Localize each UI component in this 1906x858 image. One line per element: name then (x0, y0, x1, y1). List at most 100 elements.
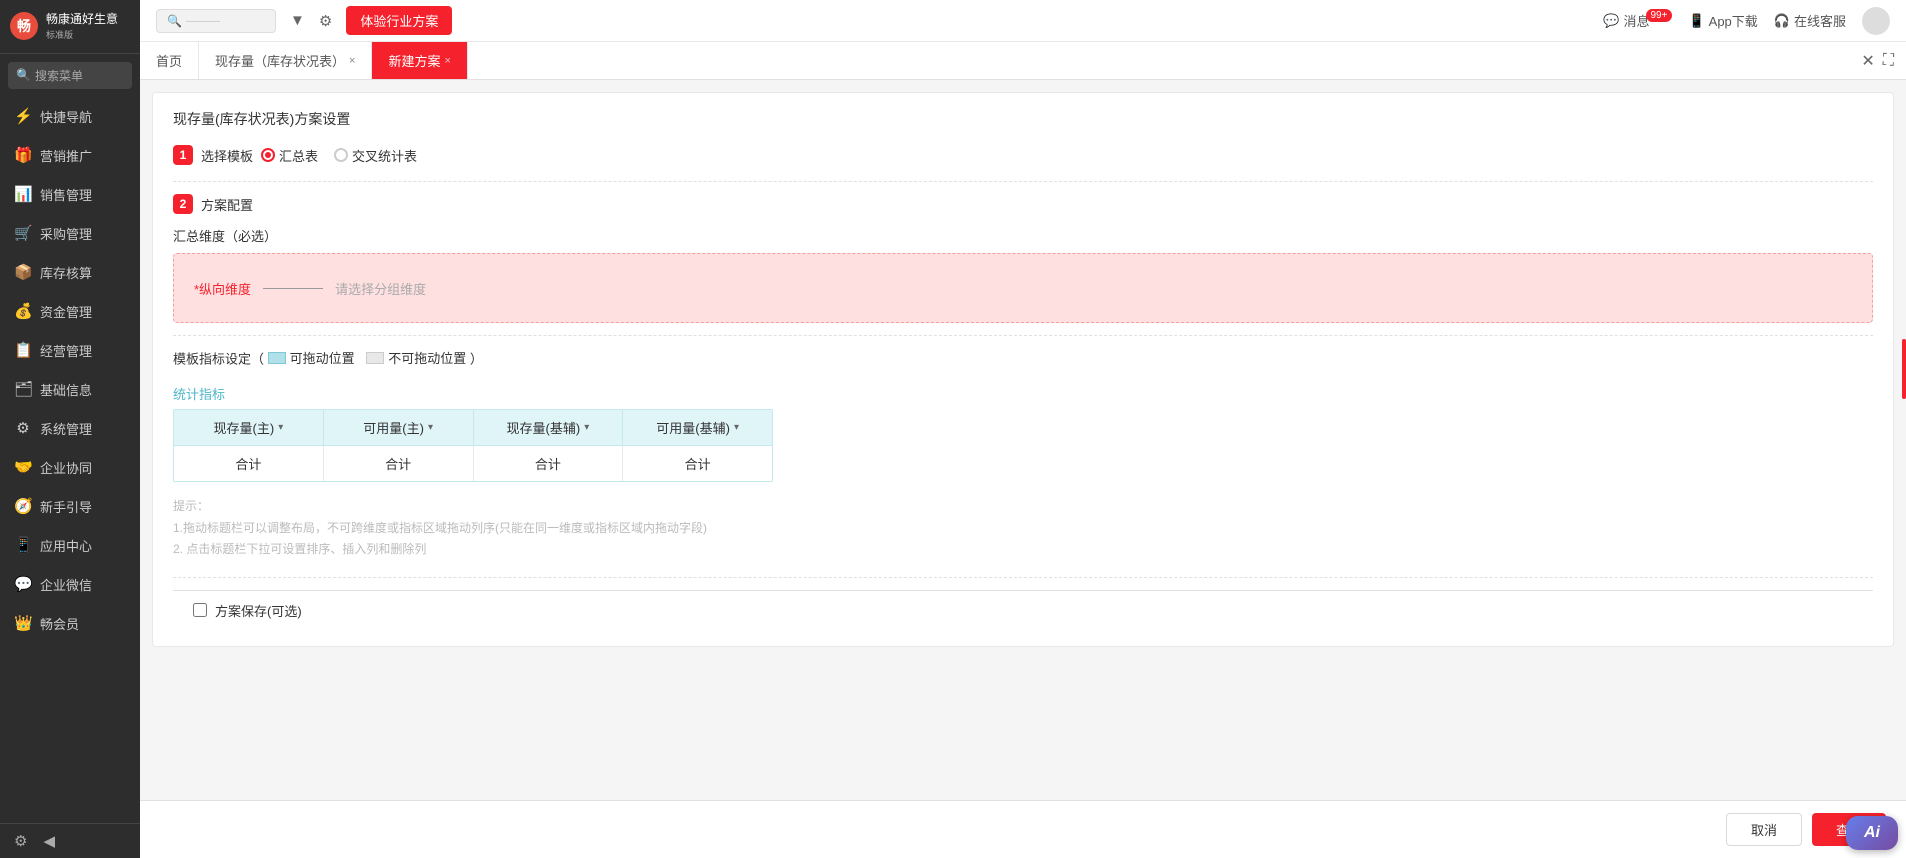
topbar-search[interactable]: 🔍 ──── (156, 9, 276, 33)
tips-section: 提示： 1.拖动标题栏可以调整布局，不可跨维度或指标区域拖动列序(只能在同一维度… (173, 497, 1873, 561)
indicator-cell-3: 合计 (474, 446, 624, 481)
indicator-settings-text: 模板指标设定（ 可拖动位置 不可拖动位置 ） (173, 348, 483, 368)
indicator-col-2[interactable]: 可用量(主) ▾ (324, 410, 474, 445)
topbar-search-icon: 🔍 (167, 14, 182, 28)
indicator-cell-2: 合计 (324, 446, 474, 481)
sidebar-item-purchase[interactable]: 🛒 采购管理 (0, 214, 140, 253)
tab-inventory-label: 现存量（库存状况表） (215, 51, 345, 70)
tips-text-1: 1.拖动标题栏可以调整布局，不可跨维度或指标区域拖动列序(只能在同一维度或指标区… (173, 518, 1873, 540)
sidebar-item-basic[interactable]: 🗂 基础信息 (0, 370, 140, 409)
member-icon: 👑 (14, 614, 32, 632)
corp-icon: 🤝 (14, 458, 32, 476)
step1-title: 选择模板 (201, 146, 253, 165)
ai-float-button[interactable]: Ai (1846, 816, 1898, 850)
indicator-col-3[interactable]: 现存量(基辅) ▾ (474, 410, 624, 445)
system-icon: ⚙ (14, 419, 32, 437)
vertical-dim-placeholder[interactable]: 请选择分组维度 (335, 279, 426, 298)
sidebar-item-sales[interactable]: 📊 销售管理 (0, 175, 140, 214)
stat-label: 统计指标 (173, 384, 1873, 403)
dimension-required-box: *纵向维度 请选择分组维度 (173, 253, 1873, 323)
inventory-icon: 📦 (14, 263, 32, 281)
sidebar-item-wechat[interactable]: 💬 企业微信 (0, 565, 140, 604)
sidebar-item-member[interactable]: 👑 畅会员 (0, 604, 140, 643)
radio-cross-dot (334, 148, 348, 162)
indicator-col-3-label: 现存量(基辅) (507, 418, 581, 437)
indicator-col-3-chevron: ▾ (584, 422, 589, 433)
sidebar-item-inventory[interactable]: 📦 库存核算 (0, 253, 140, 292)
step2-section: 2 方案配置 汇总维度（必选） *纵向维度 请选择分组维度 (173, 194, 1873, 561)
tab-home-label: 首页 (156, 51, 182, 70)
tab-inventory-close[interactable]: × (349, 55, 355, 67)
indicator-col-1-label: 现存量(主) (214, 418, 275, 437)
save-checkbox[interactable] (193, 603, 207, 617)
cancel-button[interactable]: 取消 (1726, 813, 1802, 846)
tips-label: 提示： (173, 497, 1873, 514)
undraggable-label-text: 不可拖动位置 (388, 348, 466, 367)
step2-title: 方案配置 (201, 195, 253, 214)
sales-icon: 📊 (14, 185, 32, 203)
quick-nav-icon: ⚡ (14, 107, 32, 125)
tips-text-2: 2. 点击标题栏下拉可设置排序、插入列和删除列 (173, 539, 1873, 561)
indicator-col-1-chevron: ▾ (278, 422, 283, 433)
app-name: 畅康通好生意 (46, 12, 118, 28)
topbar-right: 💬 消息 99+ 📱 App下载 🎧 在线客服 (1603, 7, 1890, 35)
collapse-icon[interactable]: ◀ (43, 832, 55, 850)
topbar: 🔍 ──── ▼ ⚙ 体验行业方案 💬 消息 99+ 📱 App下载 🎧 在线客… (140, 0, 1906, 42)
sidebar-item-label: 企业微信 (40, 575, 92, 594)
user-avatar[interactable] (1862, 7, 1890, 35)
draggable-label-text: 可拖动位置 (290, 348, 355, 367)
topbar-gear-icon[interactable]: ▼ (290, 12, 305, 29)
page-panel: 现存量(库存状况表)方案设置 1 选择模板 汇总表 (152, 92, 1894, 647)
footer-divider (173, 577, 1873, 578)
operation-icon: 📋 (14, 341, 32, 359)
tab-expand-icon[interactable]: ⛶ (1883, 52, 1894, 70)
sidebar-item-marketing[interactable]: 🎁 营销推广 (0, 136, 140, 175)
page-title: 现存量(库存状况表)方案设置 (173, 109, 1873, 129)
sidebar-item-finance[interactable]: 💰 资金管理 (0, 292, 140, 331)
main-area: 🔍 ──── ▼ ⚙ 体验行业方案 💬 消息 99+ 📱 App下载 🎧 在线客… (140, 0, 1906, 858)
topbar-app-download[interactable]: 📱 App下载 (1688, 11, 1757, 30)
radio-cross[interactable]: 交叉统计表 (334, 146, 417, 165)
indicator-divider (173, 335, 1873, 336)
apps-icon: 📱 (14, 536, 32, 554)
tab-new-plan-close[interactable]: × (444, 55, 450, 67)
app-download-label: App下载 (1709, 11, 1758, 30)
dim-separator-line (263, 288, 323, 289)
sidebar-search-label: 搜索菜单 (35, 67, 83, 84)
sidebar-item-apps[interactable]: 📱 应用中心 (0, 526, 140, 565)
indicator-col-2-chevron: ▾ (428, 422, 433, 433)
sidebar-item-guide[interactable]: 🧭 新手引导 (0, 487, 140, 526)
topbar-online-service[interactable]: 🎧 在线客服 (1774, 11, 1846, 30)
industry-plan-button[interactable]: 体验行业方案 (346, 6, 452, 35)
footer-save: 方案保存(可选) (173, 590, 1873, 630)
sidebar-item-label: 资金管理 (40, 302, 92, 321)
settings-icon[interactable]: ⚙ (14, 832, 27, 850)
radio-summary-label: 汇总表 (279, 146, 318, 165)
tab-home[interactable]: 首页 (140, 42, 199, 79)
tab-new-plan[interactable]: 新建方案 × (372, 42, 467, 79)
indicator-col-1[interactable]: 现存量(主) ▾ (174, 410, 324, 445)
tabs-actions: ✕ ⛶ (1861, 51, 1906, 71)
sidebar-item-label: 采购管理 (40, 224, 92, 243)
marketing-icon: 🎁 (14, 146, 32, 164)
sidebar: 畅 畅康通好生意 标准版 🔍 搜索菜单 ⚡ 快捷导航 🎁 营销推广 📊 销售管理… (0, 0, 140, 858)
vertical-dim-label: *纵向维度 (194, 279, 251, 298)
sidebar-search[interactable]: 🔍 搜索菜单 (8, 62, 132, 89)
sidebar-item-operation[interactable]: 📋 经营管理 (0, 331, 140, 370)
tabs-bar: 首页 现存量（库存状况表） × 新建方案 × ✕ ⛶ (140, 42, 1906, 80)
radio-summary[interactable]: 汇总表 (261, 146, 318, 165)
topbar-message[interactable]: 💬 消息 99+ (1603, 11, 1672, 30)
sidebar-item-quick-nav[interactable]: ⚡ 快捷导航 (0, 97, 140, 136)
online-service-label: 在线客服 (1794, 11, 1846, 30)
tab-new-plan-label: 新建方案 (388, 51, 440, 70)
sidebar-item-system[interactable]: ⚙ 系统管理 (0, 409, 140, 448)
indicator-table-header: 现存量(主) ▾ 可用量(主) ▾ 现存量(基辅) ▾ (174, 410, 772, 446)
sidebar-item-corp[interactable]: 🤝 企业协同 (0, 448, 140, 487)
tab-close-window-icon[interactable]: ✕ (1861, 51, 1874, 71)
topbar-settings-icon[interactable]: ⚙ (319, 12, 332, 30)
guide-icon: 🧭 (14, 497, 32, 515)
step2-badge: 2 (173, 194, 193, 214)
tab-inventory-status[interactable]: 现存量（库存状况表） × (199, 42, 372, 79)
indicator-col-4[interactable]: 可用量(基辅) ▾ (623, 410, 772, 445)
sidebar-item-label: 新手引导 (40, 497, 92, 516)
